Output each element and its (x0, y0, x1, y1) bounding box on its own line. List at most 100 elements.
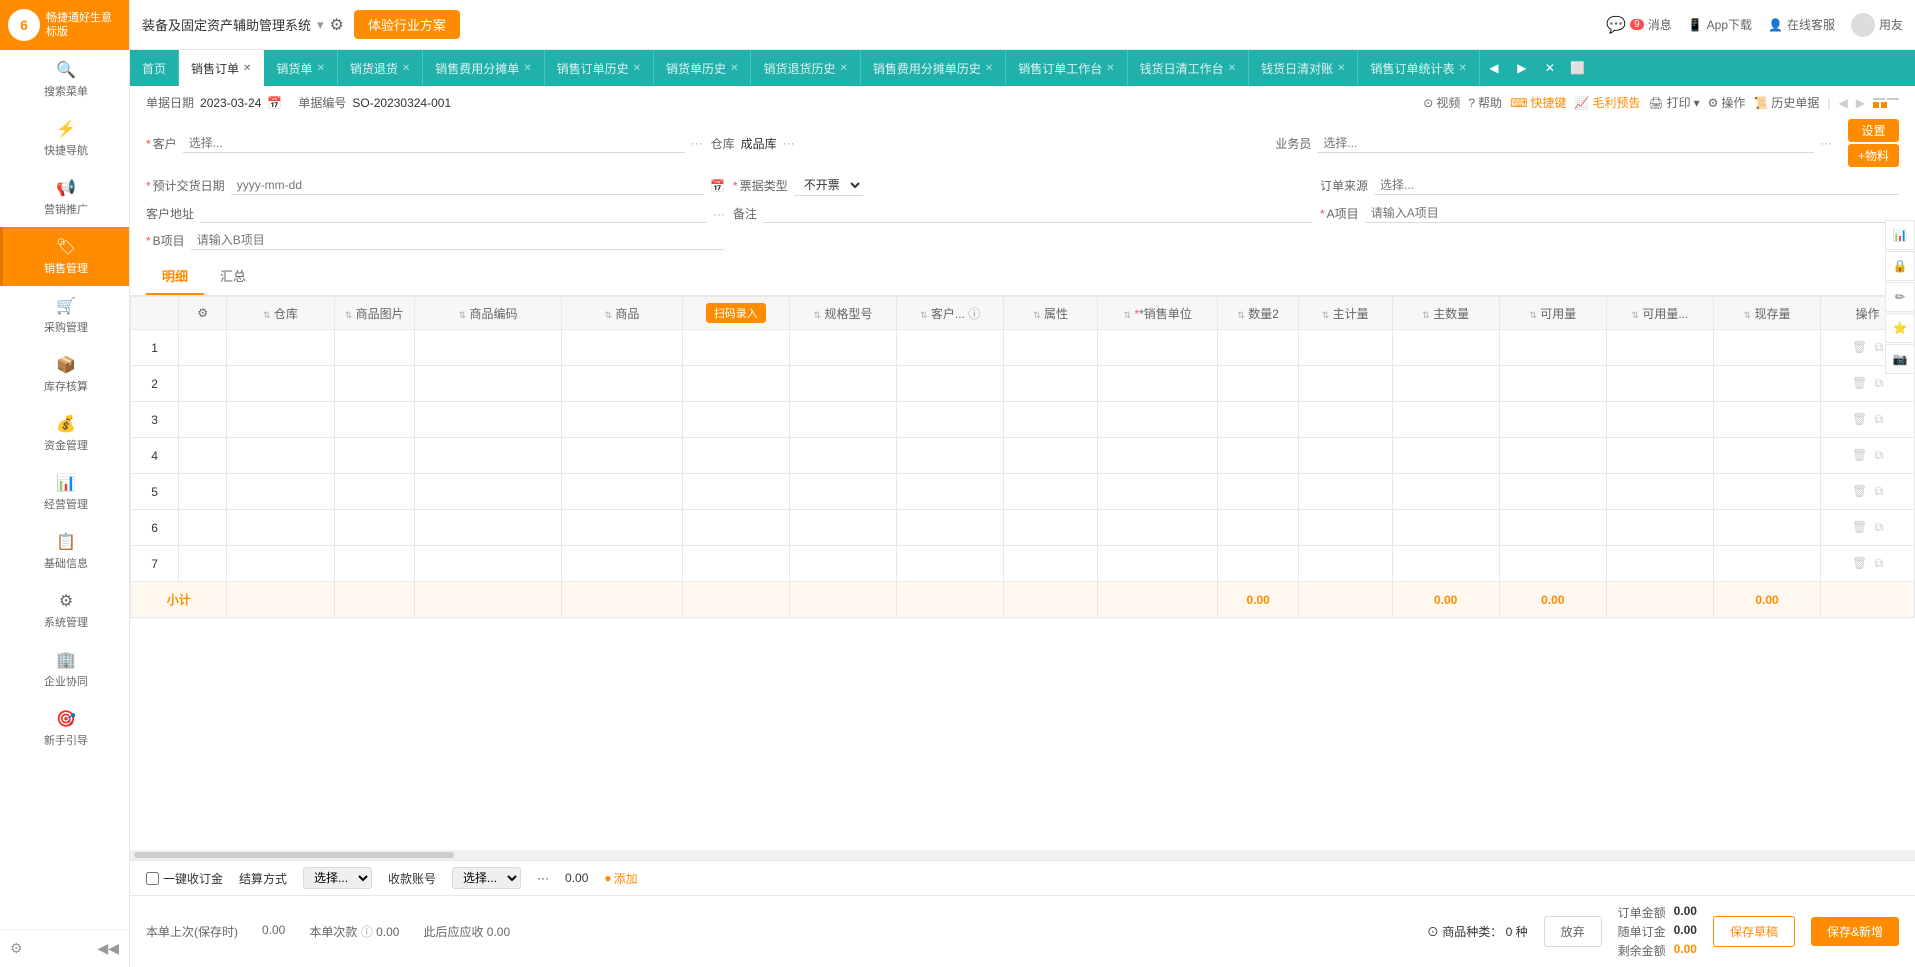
sidebar-settings-btn[interactable]: ⚙ (10, 940, 23, 957)
tab-expand-btn[interactable]: ⬜ (1564, 50, 1592, 86)
tab-order-workbench[interactable]: 销售订单工作台 ✕ (1006, 50, 1127, 86)
delivery-calendar-icon[interactable]: 📅 (710, 179, 725, 193)
history-btn[interactable]: 📜 历史单据 (1753, 94, 1819, 111)
rp-chart-btn[interactable]: 📊 (1885, 220, 1915, 250)
copy-icon[interactable]: ⧉ (1875, 484, 1884, 498)
online-service-btn[interactable]: 👤 在线客服 (1768, 16, 1835, 33)
rp-star-btn[interactable]: ⭐ (1885, 313, 1915, 343)
customer-more-icon[interactable]: ··· (691, 136, 703, 150)
sidebar-item-operations[interactable]: 📊 经营管理 (0, 463, 129, 522)
account-select[interactable]: 选择... (452, 867, 521, 889)
tab-fee-history[interactable]: 销售费用分摊单历史 ✕ (861, 50, 1006, 86)
warehouse-more-icon[interactable]: ··· (783, 136, 795, 150)
copy-icon[interactable]: ⧉ (1875, 448, 1884, 462)
tab-summary[interactable]: 汇总 (204, 258, 262, 295)
sidebar-item-system[interactable]: ⚙ 系统管理 (0, 581, 129, 640)
th-available2[interactable]: ⇅ 可用量... (1606, 297, 1713, 330)
tab-more-btn[interactable]: ✕ (1536, 50, 1564, 86)
th-main-unit[interactable]: ⇅ 主计量 (1298, 297, 1392, 330)
copy-icon[interactable]: ⧉ (1875, 376, 1884, 390)
shortcut-btn[interactable]: ⌨ 快捷键 (1510, 94, 1566, 111)
rp-edit-btn[interactable]: ✏ (1885, 282, 1915, 312)
delete-icon[interactable]: 🗑 (1852, 340, 1867, 354)
tab-sales-bill[interactable]: 销货单 ✕ (264, 50, 337, 86)
sidebar-item-enterprise[interactable]: 🏢 企业协同 (0, 640, 129, 699)
scroll-thumb[interactable] (134, 852, 454, 858)
tab-close-icon[interactable]: ✕ (1228, 63, 1236, 74)
settle-method-select[interactable]: 选择... (303, 867, 372, 889)
tab-close-icon[interactable]: ✕ (243, 63, 251, 74)
print-btn[interactable]: 🖨 打印 ▾ (1648, 94, 1699, 111)
tab-close-icon[interactable]: ✕ (985, 63, 993, 74)
operation-btn[interactable]: ⚙ 操作 (1708, 94, 1746, 111)
tab-return[interactable]: 销货退货 ✕ (338, 50, 423, 86)
system-dropdown-icon[interactable]: ▾ (317, 17, 324, 33)
delete-icon[interactable]: 🗑 (1852, 376, 1867, 390)
save-new-btn[interactable]: 保存&新增 (1811, 917, 1899, 946)
copy-icon[interactable]: ⧉ (1875, 520, 1884, 534)
th-available[interactable]: ⇅ 可用量 (1499, 297, 1606, 330)
sidebar-item-finance[interactable]: 💰 资金管理 (0, 404, 129, 463)
th-code[interactable]: ⇅ 商品编码 (414, 297, 561, 330)
tab-prev-btn[interactable]: ◀ (1480, 50, 1508, 86)
tab-close-icon[interactable]: ✕ (633, 63, 641, 74)
delete-icon[interactable]: 🗑 (1852, 520, 1867, 534)
profit-btn[interactable]: 📈 毛利预告 (1574, 94, 1640, 111)
sidebar-item-guide[interactable]: 🎯 新手引导 (0, 699, 129, 758)
save-draft-btn[interactable]: 保存草稿 (1713, 916, 1795, 947)
tab-order-history[interactable]: 销售订单历史 ✕ (545, 50, 654, 86)
th-customer-code[interactable]: ⇅ 客户... ⓘ (897, 297, 1004, 330)
tab-home[interactable]: 首页 (130, 50, 179, 86)
a-project-input[interactable] (1365, 204, 1899, 223)
settings-btn[interactable]: 设置 (1848, 119, 1899, 142)
tab-close-icon[interactable]: ✕ (1337, 63, 1345, 74)
copy-icon[interactable]: ⧉ (1875, 412, 1884, 426)
delete-icon[interactable]: 🗑 (1852, 412, 1867, 426)
th-unit[interactable]: ⇅ **销售单位 (1097, 297, 1218, 330)
th-attr[interactable]: ⇅ 属性 (1004, 297, 1098, 330)
sidebar-item-marketing[interactable]: 📢 营销推广 (0, 168, 129, 227)
sidebar-collapse-btn[interactable]: ◀◀ (97, 940, 119, 957)
add-material-btn[interactable]: +物料 (1848, 144, 1899, 167)
staff-more-icon[interactable]: ··· (1820, 136, 1832, 150)
industry-btn[interactable]: 体验行业方案 (354, 10, 460, 39)
quick-settle-checkbox[interactable] (146, 872, 159, 885)
tab-close-icon[interactable]: ✕ (730, 63, 738, 74)
th-qty2[interactable]: ⇅ 数量2 (1218, 297, 1298, 330)
tab-detail[interactable]: 明细 (146, 258, 204, 295)
tab-close-icon[interactable]: ✕ (523, 63, 531, 74)
sidebar-item-purchase[interactable]: 🛒 采购管理 (0, 286, 129, 345)
view-btn[interactable]: ⊙ 视频 (1423, 94, 1460, 111)
tab-close-icon[interactable]: ✕ (402, 63, 410, 74)
scan-btn[interactable]: 扫码录入 (706, 303, 766, 323)
tab-fee-split[interactable]: 销售费用分摊单 ✕ (423, 50, 544, 86)
tab-daily-reconcile[interactable]: 钱货日清对账 ✕ (1249, 50, 1358, 86)
ticket-select[interactable]: 不开票 (794, 175, 863, 196)
notification-btn[interactable]: 💬 9 消息 (1606, 15, 1672, 35)
app-download-btn[interactable]: 📱 App下载 (1688, 16, 1752, 33)
settings-icon[interactable]: ⚙ (330, 15, 344, 35)
tab-sales-order[interactable]: 销售订单 ✕ (179, 50, 264, 86)
copy-icon[interactable]: ⧉ (1875, 340, 1884, 354)
delete-icon[interactable]: 🗑 (1852, 448, 1867, 462)
customer-input[interactable] (183, 134, 685, 153)
note-input[interactable] (763, 204, 1312, 223)
b-project-input[interactable] (191, 231, 725, 250)
th-name[interactable]: ⇅ 商品 (562, 297, 683, 330)
rp-lock-btn[interactable]: 🔒 (1885, 251, 1915, 281)
discard-btn[interactable]: 放弃 (1544, 916, 1602, 947)
tab-sales-stats[interactable]: 销售订单统计表 ✕ (1358, 50, 1479, 86)
calendar-icon[interactable]: 📅 (267, 96, 282, 110)
th-image[interactable]: ⇅ 商品图片 (334, 297, 414, 330)
copy-icon[interactable]: ⧉ (1875, 556, 1884, 570)
rp-camera-btn[interactable]: 📷 (1885, 344, 1915, 374)
tab-return-history[interactable]: 销货退货历史 ✕ (751, 50, 860, 86)
add-btn[interactable]: ● 添加 (604, 870, 637, 887)
delete-icon[interactable]: 🗑 (1852, 556, 1867, 570)
tab-daily-workbench[interactable]: 钱货日清工作台 ✕ (1128, 50, 1249, 86)
delivery-input[interactable] (231, 176, 704, 195)
delete-icon[interactable]: 🗑 (1852, 484, 1867, 498)
tab-next-btn[interactable]: ▶ (1508, 50, 1536, 86)
th-spec[interactable]: ⇅ 规格型号 (789, 297, 896, 330)
tab-close-icon[interactable]: ✕ (1459, 63, 1467, 74)
